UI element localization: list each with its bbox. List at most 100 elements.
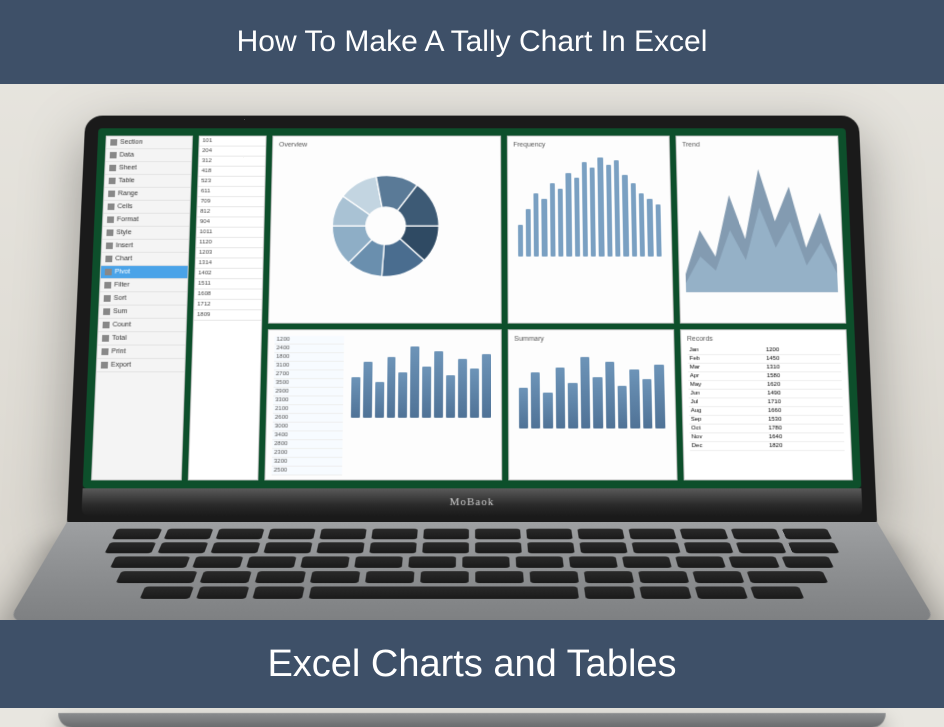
footer-band: Excel Charts and Tables [0,620,944,708]
sidebar-item-label: Section [120,139,143,145]
sidebar-item[interactable]: Sum [99,305,187,318]
sidebar-item[interactable]: Total [98,332,186,345]
keyboard-key [684,542,734,553]
keyboard-key [365,571,414,583]
bar [654,365,665,429]
bar [446,375,455,418]
data-cell: 904 [197,217,264,227]
data-cell: 204 [199,146,265,156]
bar-chart-bottom [347,336,495,418]
sidebar-panel: Section Data Sheet Table Range Cells Format Sty… [91,135,193,480]
sidebar-item[interactable]: Sheet [105,162,191,175]
cell: Sep [689,416,766,424]
table-row: May1620 [688,381,842,390]
bar [542,198,548,256]
cell: 1580 [765,372,842,380]
bar [590,167,596,256]
table-row: Oct1780 [689,425,844,434]
sidebar-item-label: Style [116,229,132,236]
keyboard-key [750,586,804,599]
sidebar-item[interactable]: Pivot [101,266,188,279]
sidebar-item-label: Table [118,177,135,183]
sidebar-item-label: Cells [117,203,132,209]
data-cell: 3200 [272,458,342,467]
cell: Mar [688,364,765,372]
bar [518,387,528,428]
cell: 1490 [765,390,842,398]
sidebar-item[interactable]: Range [104,187,190,200]
sidebar-item[interactable]: Table [105,175,191,188]
bar [482,354,491,418]
bar [642,379,652,428]
data-cell: 418 [198,166,264,176]
keyboard-deck [7,522,938,624]
sidebar-item[interactable]: Export [97,359,185,372]
keyboard-key [164,528,214,539]
sidebar-item[interactable]: Chart [101,252,188,265]
bar [458,358,467,417]
keyboard-key [422,542,469,553]
keyboard-key [158,542,209,553]
sidebar-item[interactable]: Style [102,226,189,239]
data-cell: 1608 [195,289,262,299]
item-icon [110,152,117,158]
keyboard-key [267,528,315,539]
data-cell: 2800 [272,440,342,449]
cell: Jul [688,398,765,406]
keyboard-key [246,556,296,568]
keyboard-key [577,528,624,539]
keyboard-key [782,528,832,539]
table-row: Aug1660 [689,407,844,416]
item-icon [106,229,113,236]
keyboard-key [255,571,306,583]
bar [375,382,384,418]
data-cell: 2900 [273,388,343,397]
sidebar-item[interactable]: Sort [100,292,187,305]
data-cell: 611 [198,187,265,197]
keyboard-key [263,542,312,553]
pie-chart-pane: Overview [268,135,501,323]
keyboard-key [300,556,350,568]
header-band: How To Make A Tally Chart In Excel [0,0,944,84]
keyboard-key [695,586,748,599]
sidebar-item[interactable]: Cells [103,200,189,213]
data-column-1: 1012043124185236117098129041011112012031… [188,135,267,480]
sidebar-item[interactable]: Data [106,149,192,162]
item-icon [108,190,115,196]
keyboard-key [527,542,574,553]
cell: 1530 [766,416,843,424]
keyboard-key [369,542,416,553]
keyboard-key [516,556,564,568]
data-cell: 1511 [195,279,262,289]
keyboard-key [420,571,469,583]
data-table-pane: Records Jan1200Feb1450Mar1310Apr1580May1… [680,329,853,480]
cell: 1820 [767,442,845,450]
sidebar-item[interactable]: Format [103,213,190,226]
cell: Aug [689,407,766,415]
keyboard-key [530,571,579,583]
bar [566,172,572,256]
sidebar-item[interactable]: Filter [100,279,187,292]
sidebar-item-label: Data [119,152,134,158]
sidebar-item[interactable]: Insert [102,239,189,252]
cell: 1780 [766,425,844,433]
sidebar-item[interactable]: Count [98,318,186,331]
table-row: Nov1640 [689,433,844,442]
sidebar-item[interactable]: Section [106,136,192,149]
keyboard-key [579,542,627,553]
sidebar-item[interactable]: Print [97,345,185,358]
keyboard [53,528,891,598]
sidebar-item-label: Sort [113,295,126,302]
bar [555,367,565,429]
bar [580,357,590,429]
keyboard-key [408,556,456,568]
footer-title: Excel Charts and Tables [267,643,676,686]
area-chart-pane: Trend [675,135,846,323]
bar [655,204,661,257]
data-cell: 1800 [274,353,344,362]
bar [534,193,540,256]
dashboard-grid: Overview Frequency Trend 120024001800310… [264,135,853,480]
sidebar-item-label: Chart [115,255,132,262]
item-icon [102,335,109,342]
pane-title: Overview [279,142,494,148]
